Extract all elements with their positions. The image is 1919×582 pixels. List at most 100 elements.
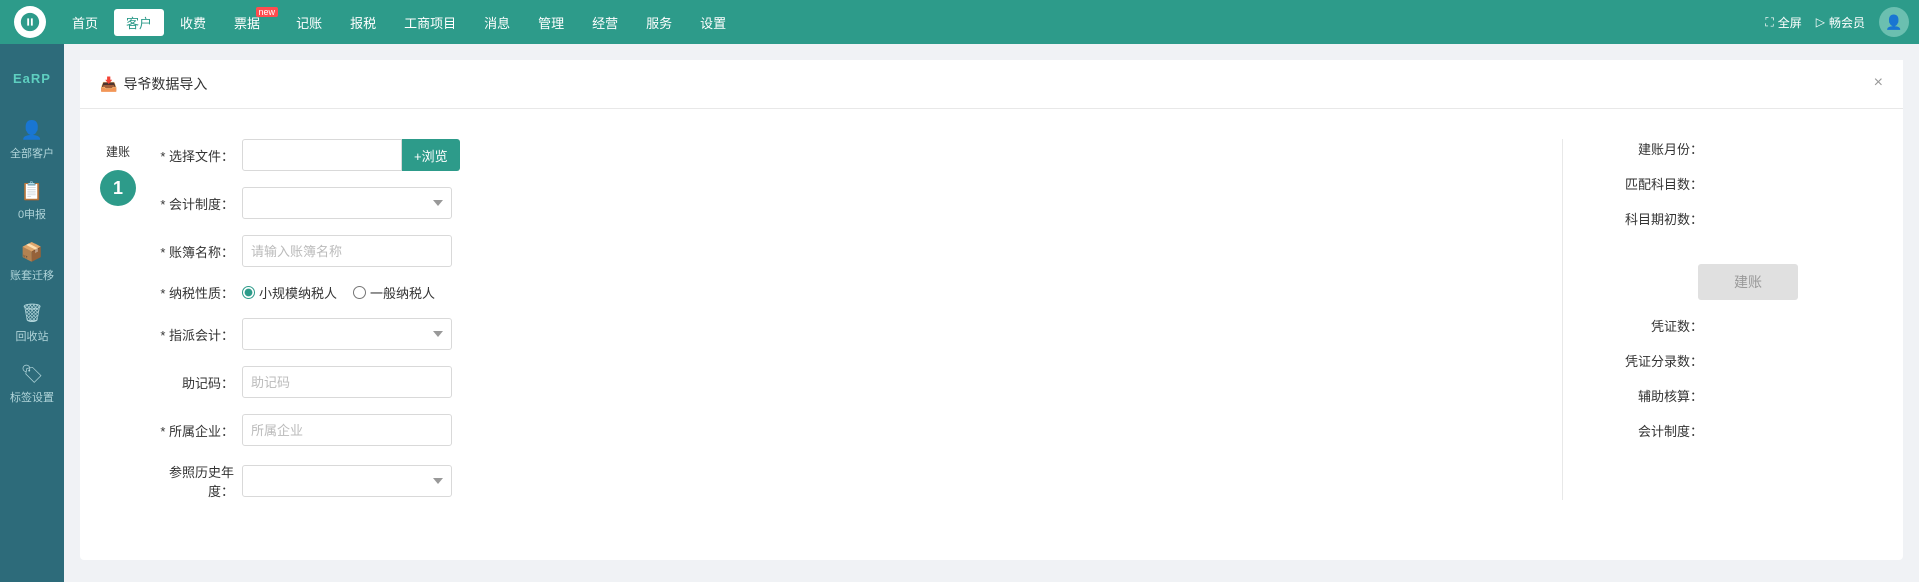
dialog-title-text: 导爷数据导入 bbox=[123, 74, 207, 94]
fullscreen-label: 全屏 bbox=[1778, 14, 1802, 31]
nav-item-invoice[interactable]: 票据 new bbox=[222, 9, 280, 36]
browse-button[interactable]: +浏览 bbox=[402, 139, 460, 171]
file-input[interactable] bbox=[242, 139, 402, 171]
voucher-label: 凭证数： bbox=[1613, 316, 1703, 335]
tag-icon: 🏷 bbox=[21, 364, 44, 385]
match-row: 匹配科目数： bbox=[1613, 174, 1883, 193]
dialog-header: 📥 导爷数据导入 × bbox=[80, 60, 1903, 109]
tax-option1-text: 小规模纳税人 bbox=[259, 283, 337, 302]
memo-label: 助记码： bbox=[152, 373, 242, 392]
tax-label: * 纳税性质： bbox=[152, 283, 242, 302]
accounting-label: * 会计制度： bbox=[152, 194, 242, 213]
nav-item-service[interactable]: 服务 bbox=[634, 9, 684, 36]
ledger-label: * 账簿名称： bbox=[152, 242, 242, 261]
nav-item-business[interactable]: 工商项目 bbox=[392, 9, 468, 36]
logo-svg bbox=[19, 11, 41, 33]
sidebar-label-migrate: 账套迁移 bbox=[10, 267, 54, 283]
nav-item-tax[interactable]: 报税 bbox=[338, 9, 388, 36]
fullscreen-icon: ⛶ bbox=[1765, 15, 1773, 30]
memo-row: 助记码： bbox=[152, 366, 460, 398]
tax-option1-label[interactable]: 小规模纳税人 bbox=[242, 283, 337, 302]
main-layout: EaRP 👤 全部客户 📋 0申报 📦 账套迁移 🗑 回收站 🏷 标签设置 bbox=[0, 44, 1919, 582]
form-divider bbox=[1562, 139, 1563, 500]
logo-icon bbox=[14, 6, 46, 38]
migrate-icon: 📦 bbox=[21, 242, 43, 263]
sidebar-item-tag-settings[interactable]: 🏷 标签设置 bbox=[2, 356, 62, 413]
tax-radio-group: 小规模纳税人 一般纳税人 bbox=[242, 283, 435, 302]
sidebar-item-all-clients[interactable]: 👤 全部客户 bbox=[2, 112, 62, 169]
month-row: 建账月份： bbox=[1613, 139, 1883, 158]
nav-item-settings[interactable]: 设置 bbox=[688, 9, 738, 36]
form-fields: * 选择文件： +浏览 * 会计制度： bbox=[152, 139, 460, 500]
dialog-title: 📥 导爷数据导入 bbox=[100, 74, 207, 94]
nav-item-bookkeeping[interactable]: 记账 bbox=[284, 9, 334, 36]
history-label: 参照历史年度： bbox=[152, 462, 242, 500]
sidebar-label-all-clients: 全部客户 bbox=[10, 145, 54, 161]
history-row: 参照历史年度： bbox=[152, 462, 460, 500]
nav-item-home[interactable]: 首页 bbox=[60, 9, 110, 36]
ledger-row: * 账簿名称： bbox=[152, 235, 460, 267]
accounting-select[interactable] bbox=[242, 187, 452, 219]
match-label: 匹配科目数： bbox=[1613, 174, 1703, 193]
avatar[interactable]: 👤 bbox=[1879, 7, 1909, 37]
company-row: * 所属企业： bbox=[152, 414, 460, 446]
report-icon: 📋 bbox=[21, 181, 43, 202]
video-icon: ▷ bbox=[1816, 15, 1825, 29]
nav-item-client[interactable]: 客户 bbox=[114, 9, 164, 36]
vip-label: 畅会员 bbox=[1829, 14, 1865, 31]
aux-row: 辅助核算： bbox=[1613, 386, 1883, 405]
nav-items: 首页 客户 收费 票据 new 记账 报税 工商项目 消息 管理 经营 服务 设… bbox=[60, 9, 1765, 36]
period-label: 科目期初数： bbox=[1613, 209, 1703, 228]
step-badge: 1 bbox=[100, 170, 136, 206]
form-left: 建账 1 * 选择文件： +浏览 bbox=[100, 139, 1542, 500]
tax-option2-text: 一般纳税人 bbox=[370, 283, 435, 302]
logo bbox=[10, 2, 50, 42]
nav-item-manage[interactable]: 管理 bbox=[526, 9, 576, 36]
sidebar-label-trash: 回收站 bbox=[16, 328, 49, 344]
trash-icon: 🗑 bbox=[21, 303, 44, 324]
nav-item-message[interactable]: 消息 bbox=[472, 9, 522, 36]
avatar-icon: 👤 bbox=[1885, 14, 1902, 31]
vip-button[interactable]: ▷ 畅会员 bbox=[1816, 14, 1865, 31]
assign-row: * 指派会计： bbox=[152, 318, 460, 350]
tax-radio2[interactable] bbox=[353, 286, 366, 299]
history-select[interactable] bbox=[242, 465, 452, 497]
tax-option2-label[interactable]: 一般纳税人 bbox=[353, 283, 435, 302]
ledger-input[interactable] bbox=[242, 235, 452, 267]
aux-label: 辅助核算： bbox=[1613, 386, 1703, 405]
company-label: * 所属企业： bbox=[152, 421, 242, 440]
fullscreen-button[interactable]: ⛶ 全屏 bbox=[1765, 14, 1801, 31]
assign-label: * 指派会计： bbox=[152, 325, 242, 344]
voucher-row: 凭证数： bbox=[1613, 316, 1883, 335]
period-row: 科目期初数： bbox=[1613, 209, 1883, 228]
tax-radio1[interactable] bbox=[242, 286, 255, 299]
sidebar-item-trash[interactable]: 🗑 回收站 bbox=[2, 295, 62, 352]
sidebar-label-zero-report: 0申报 bbox=[18, 206, 46, 222]
step-label: 建账 bbox=[106, 143, 130, 160]
sidebar-item-migrate[interactable]: 📦 账套迁移 bbox=[2, 234, 62, 291]
nav-right: ⛶ 全屏 ▷ 畅会员 👤 bbox=[1765, 7, 1909, 37]
sidebar: EaRP 👤 全部客户 📋 0申报 📦 账套迁移 🗑 回收站 🏷 标签设置 bbox=[0, 44, 64, 582]
accounting-system-label: 会计制度： bbox=[1613, 421, 1703, 440]
voucher-entries-row: 凭证分录数： bbox=[1613, 351, 1883, 370]
company-input[interactable] bbox=[242, 414, 452, 446]
nav-item-operation[interactable]: 经营 bbox=[580, 9, 630, 36]
nav-item-fee[interactable]: 收费 bbox=[168, 9, 218, 36]
month-label: 建账月份： bbox=[1613, 139, 1703, 158]
top-nav: 首页 客户 收费 票据 new 记账 报税 工商项目 消息 管理 经营 服务 设… bbox=[0, 0, 1919, 44]
import-icon: 📥 bbox=[100, 76, 117, 93]
file-input-group: +浏览 bbox=[242, 139, 460, 171]
new-badge: new bbox=[256, 7, 279, 17]
user-icon: 👤 bbox=[21, 120, 43, 141]
sidebar-label-tag-settings: 标签设置 bbox=[10, 389, 54, 405]
content-area: 📥 导爷数据导入 × 建账 1 bbox=[64, 44, 1919, 582]
sidebar-item-zero-report[interactable]: 📋 0申报 bbox=[2, 173, 62, 230]
tax-row: * 纳税性质： 小规模纳税人 一般纳税人 bbox=[152, 283, 460, 302]
close-button[interactable]: × bbox=[1874, 74, 1883, 92]
accounting-system-row: 会计制度： bbox=[1613, 421, 1883, 440]
assign-select[interactable] bbox=[242, 318, 452, 350]
memo-input[interactable] bbox=[242, 366, 452, 398]
form-right: 建账月份： 匹配科目数： 科目期初数： 建账 凭证 bbox=[1583, 139, 1883, 500]
build-account-button[interactable]: 建账 bbox=[1698, 264, 1798, 300]
voucher-entries-label: 凭证分录数： bbox=[1613, 351, 1703, 370]
